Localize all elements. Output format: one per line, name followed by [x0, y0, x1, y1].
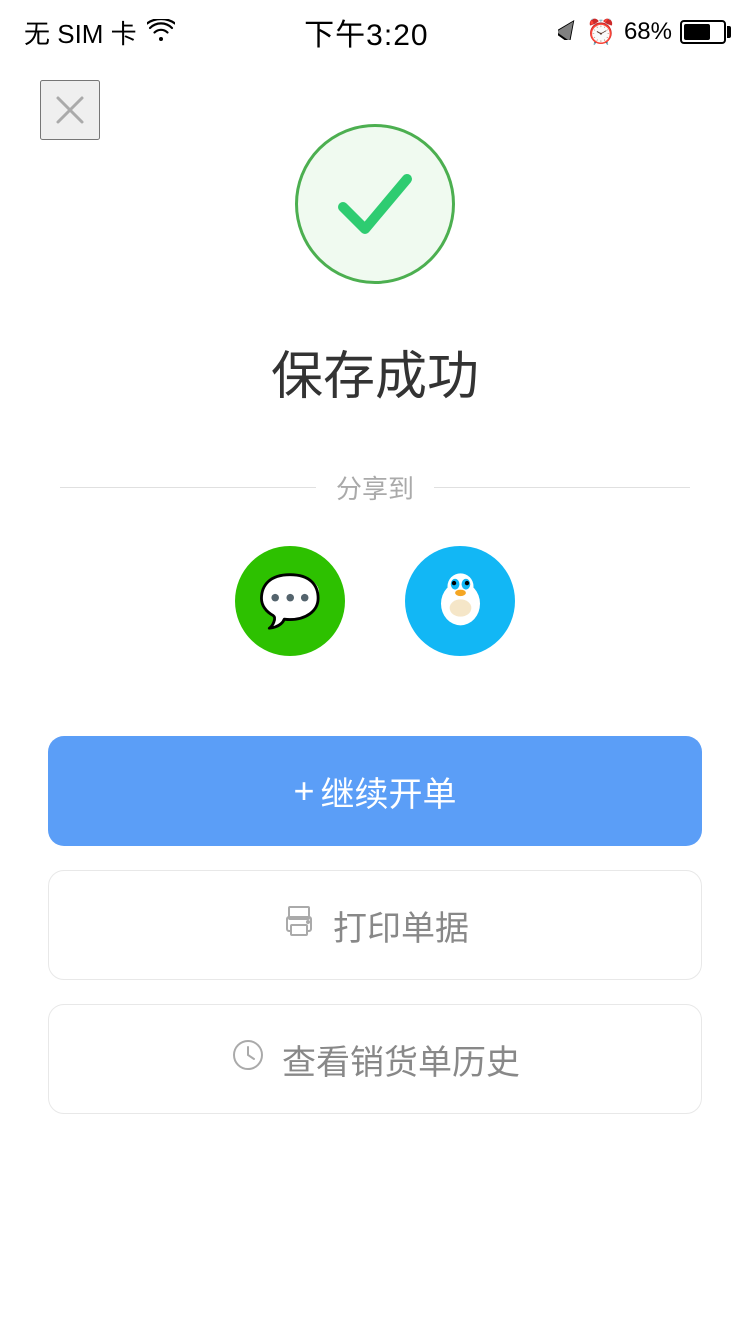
- alarm-icon: ⏰: [586, 18, 616, 47]
- status-bar: 无 SIM 卡 下午3:20 ⏰ 68%: [0, 0, 750, 64]
- share-divider: 分享到: [0, 469, 750, 506]
- success-title: 保存成功: [271, 334, 479, 409]
- divider-left: [60, 487, 316, 488]
- checkmark-icon: [335, 169, 415, 239]
- status-time: 下午3:20: [304, 10, 428, 54]
- close-button[interactable]: [40, 80, 100, 140]
- share-section: 分享到 💬: [0, 469, 750, 736]
- status-right: ⏰ 68%: [558, 18, 726, 47]
- success-circle: [295, 124, 455, 284]
- plus-icon: +: [293, 770, 314, 812]
- continue-label: 继续开单: [321, 767, 457, 816]
- divider-right: [434, 487, 690, 488]
- share-icons-row: 💬: [235, 546, 515, 656]
- history-label: 查看销货单历史: [282, 1035, 520, 1084]
- qq-share-button[interactable]: [405, 546, 515, 656]
- wifi-icon: [147, 17, 175, 48]
- history-icon: [230, 1037, 266, 1082]
- battery-icon: [680, 20, 726, 44]
- main-content: 保存成功 分享到: [0, 64, 750, 1114]
- printer-icon: [281, 903, 317, 948]
- status-left: 无 SIM 卡: [24, 14, 175, 51]
- svg-text:💬: 💬: [258, 572, 322, 631]
- location-icon: [558, 18, 578, 47]
- wechat-share-button[interactable]: 💬: [235, 546, 345, 656]
- share-label: 分享到: [336, 469, 414, 506]
- history-button[interactable]: 查看销货单历史: [48, 1004, 702, 1114]
- action-buttons: + 继续开单 打印单据 查看销货单历史: [0, 736, 750, 1114]
- no-sim-label: 无 SIM 卡: [24, 14, 137, 51]
- continue-button[interactable]: + 继续开单: [48, 736, 702, 846]
- print-label: 打印单据: [333, 901, 469, 950]
- print-button[interactable]: 打印单据: [48, 870, 702, 980]
- battery-percent: 68%: [624, 18, 672, 46]
